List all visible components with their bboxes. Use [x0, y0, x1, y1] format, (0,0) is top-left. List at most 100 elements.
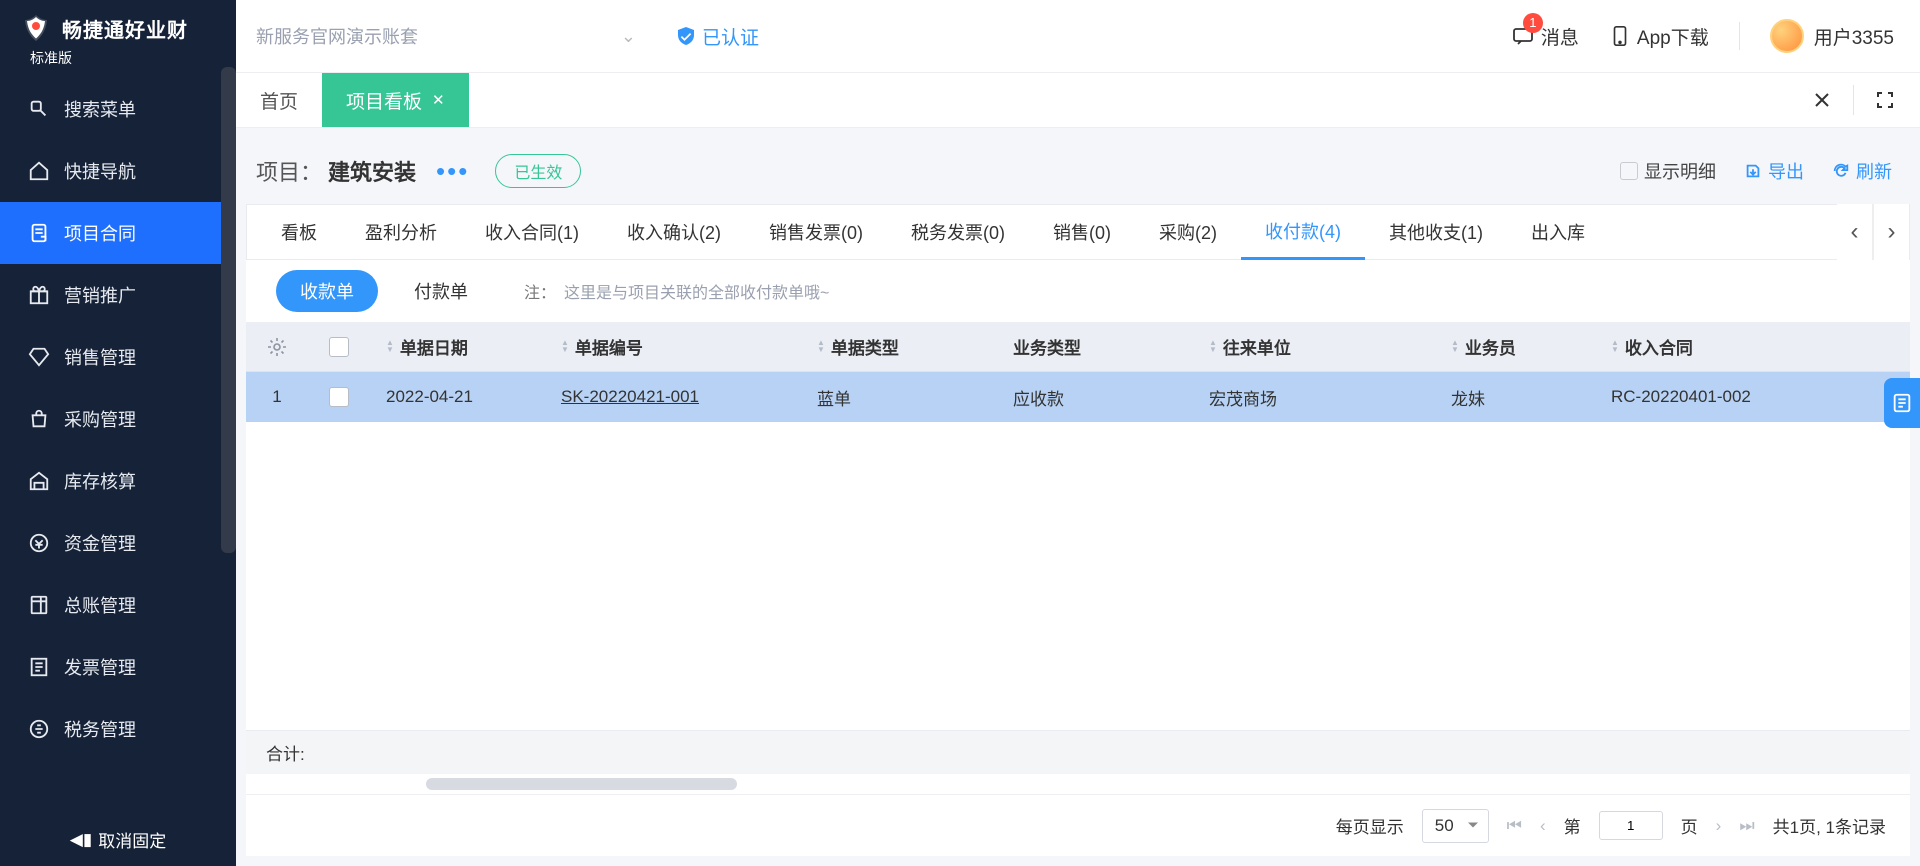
- column-party[interactable]: 往来单位: [1193, 334, 1435, 359]
- category-tabs: 看板盈利分析收入合同(1)收入确认(2)销售发票(0)税务发票(0)销售(0)采…: [246, 204, 1910, 260]
- sub-tab[interactable]: 收款单: [276, 270, 378, 312]
- sidebar-item-label: 营销推广: [64, 282, 136, 308]
- category-tab[interactable]: 收付款(4): [1241, 204, 1365, 260]
- search-icon: [28, 98, 50, 120]
- sidebar-item-label: 总账管理: [64, 592, 136, 618]
- more-actions-button[interactable]: •••: [436, 156, 469, 187]
- page-suffix: 页: [1681, 813, 1698, 838]
- side-action-button[interactable]: [1884, 378, 1920, 428]
- close-icon[interactable]: ✕: [432, 91, 445, 109]
- show-detail-toggle[interactable]: 显示明细: [1620, 158, 1716, 184]
- tab-scroll-left-button[interactable]: ‹: [1837, 204, 1873, 260]
- brand-title: 畅捷通好业财: [62, 14, 188, 43]
- horizontal-scrollbar[interactable]: [246, 774, 1910, 794]
- category-tab[interactable]: 盈利分析: [341, 204, 461, 260]
- sidebar-item-search[interactable]: 搜索菜单: [0, 78, 236, 140]
- checkbox-icon: [329, 337, 349, 357]
- sidebar-item-label: 资金管理: [64, 530, 136, 556]
- sub-tab[interactable]: 付款单: [390, 270, 492, 312]
- sidebar-item-label: 搜索菜单: [64, 96, 136, 122]
- sidebar-item-warehouse[interactable]: 库存核算: [0, 450, 236, 512]
- nav: 搜索菜单快捷导航项目合同营销推广销售管理采购管理库存核算资金管理总账管理发票管理…: [0, 78, 236, 813]
- column-contract[interactable]: 收入合同: [1595, 334, 1855, 359]
- last-page-button[interactable]: ⏭: [1739, 816, 1754, 836]
- category-tab[interactable]: 采购(2): [1135, 204, 1241, 260]
- sidebar-item-bag[interactable]: 采购管理: [0, 388, 236, 450]
- fullscreen-button[interactable]: [1868, 83, 1902, 117]
- export-label: 导出: [1768, 158, 1804, 184]
- row-checkbox[interactable]: [308, 387, 370, 407]
- category-tab[interactable]: 其他收支(1): [1365, 204, 1507, 260]
- category-tab[interactable]: 看板: [257, 204, 341, 260]
- scrollbar-thumb[interactable]: [426, 778, 737, 790]
- sidebar-item-label: 采购管理: [64, 406, 136, 432]
- table-footer: 合计:: [246, 730, 1910, 774]
- ledger-icon: [28, 594, 50, 616]
- column-settings-button[interactable]: [246, 337, 308, 357]
- tab-scroll-right-button[interactable]: ›: [1873, 204, 1909, 260]
- warehouse-icon: [28, 470, 50, 492]
- category-tab[interactable]: 收入合同(1): [461, 204, 603, 260]
- sidebar-item-label: 项目合同: [64, 220, 136, 246]
- column-type[interactable]: 单据类型: [801, 334, 997, 359]
- export-button[interactable]: 导出: [1744, 158, 1804, 184]
- per-page-select[interactable]: 50: [1422, 809, 1489, 843]
- category-tab[interactable]: 销售发票(0): [745, 204, 887, 260]
- cell-docno: SK-20220421-001: [545, 387, 801, 407]
- checkbox-icon: [1620, 162, 1638, 180]
- brand-edition: 标准版: [0, 48, 236, 78]
- select-all-checkbox[interactable]: [308, 337, 370, 357]
- next-page-button[interactable]: ›: [1716, 816, 1722, 836]
- sidebar-item-home[interactable]: 快捷导航: [0, 140, 236, 202]
- column-person[interactable]: 业务员: [1435, 334, 1595, 359]
- collapse-icon: ◀▮: [70, 830, 92, 850]
- sort-icon: [561, 340, 569, 353]
- messages-badge: 1: [1523, 13, 1543, 33]
- first-page-button[interactable]: ⏮: [1507, 816, 1522, 836]
- project-prefix: 项目：: [256, 155, 322, 187]
- show-detail-label: 显示明细: [1644, 158, 1716, 184]
- brand: 畅捷通好业财: [0, 0, 236, 48]
- cell-person: 龙妹: [1435, 385, 1595, 410]
- sidebar-item-diamond[interactable]: 销售管理: [0, 326, 236, 388]
- sidebar-item-contract[interactable]: 项目合同: [0, 202, 236, 264]
- account-select[interactable]: 新服务官网演示账套 ⌄: [256, 23, 656, 49]
- bag-icon: [28, 408, 50, 430]
- page-input[interactable]: [1599, 811, 1663, 840]
- download-label: App下载: [1637, 23, 1709, 50]
- sidebar-item-gift[interactable]: 营销推广: [0, 264, 236, 326]
- divider: [1739, 22, 1740, 50]
- user-name: 用户3355: [1814, 23, 1894, 50]
- table-header: 单据日期 单据编号 单据类型 业务类型 往来单位 业务员 收入合同: [246, 322, 1910, 372]
- user-menu[interactable]: 用户3355: [1770, 19, 1894, 53]
- app-download-button[interactable]: App下载: [1609, 23, 1709, 50]
- table-row[interactable]: 12022-04-21SK-20220421-001蓝单应收款宏茂商场龙妹RC-…: [246, 372, 1910, 422]
- unpin-button[interactable]: ◀▮ 取消固定: [0, 813, 236, 866]
- sidebar-item-ledger[interactable]: 总账管理: [0, 574, 236, 636]
- close-all-tabs-button[interactable]: [1805, 83, 1839, 117]
- checkbox-icon: [329, 387, 349, 407]
- sidebar-item-label: 快捷导航: [64, 158, 136, 184]
- sidebar-item-money[interactable]: 资金管理: [0, 512, 236, 574]
- prev-page-button[interactable]: ‹: [1540, 816, 1546, 836]
- column-date[interactable]: 单据日期: [370, 334, 545, 359]
- sidebar-scrollbar[interactable]: [221, 67, 236, 553]
- tab-首页[interactable]: 首页: [236, 73, 322, 127]
- docno-link[interactable]: SK-20220421-001: [561, 387, 699, 407]
- column-docno[interactable]: 单据编号: [545, 334, 801, 359]
- shield-icon: [676, 26, 696, 46]
- verified-badge[interactable]: 已认证: [676, 23, 759, 50]
- category-tab[interactable]: 税务发票(0): [887, 204, 1029, 260]
- column-biz: 业务类型: [997, 334, 1193, 359]
- page-prefix: 第: [1564, 813, 1581, 838]
- tab-项目看板[interactable]: 项目看板✕: [322, 73, 469, 127]
- row-index: 1: [246, 387, 308, 407]
- category-tab[interactable]: 收入确认(2): [603, 204, 745, 260]
- category-tab[interactable]: 销售(0): [1029, 204, 1135, 260]
- messages-button[interactable]: 消息 1: [1511, 23, 1579, 50]
- pagination: 每页显示 50 ⏮ ‹ 第 页 › ⏭ 共1页, 1条记录: [246, 794, 1910, 856]
- sidebar-item-tax[interactable]: 税务管理: [0, 698, 236, 760]
- category-tab[interactable]: 出入库: [1507, 204, 1609, 260]
- refresh-button[interactable]: 刷新: [1832, 158, 1892, 184]
- sidebar-item-invoice[interactable]: 发票管理: [0, 636, 236, 698]
